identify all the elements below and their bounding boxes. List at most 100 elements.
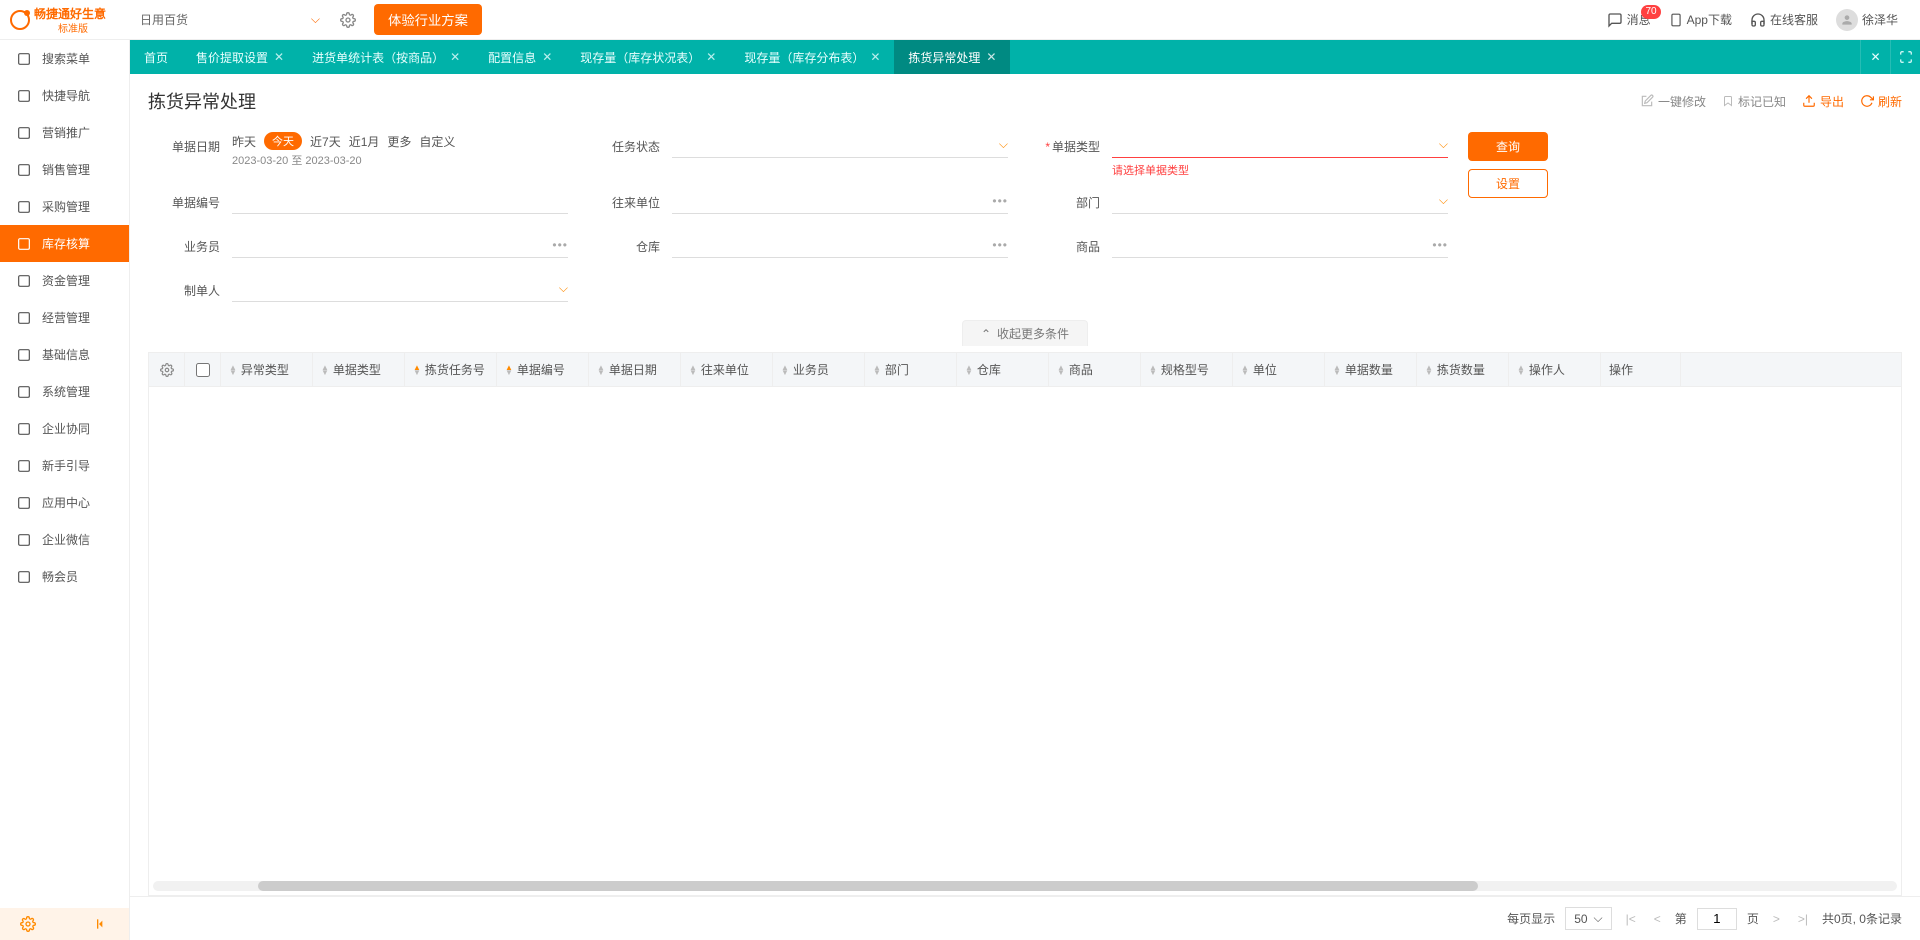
warehouse-lookup[interactable]: •••: [672, 232, 1008, 258]
column-label: 商品: [1069, 361, 1093, 378]
maker-select[interactable]: ⌵: [232, 276, 568, 302]
select-all-checkbox[interactable]: [185, 353, 221, 386]
column-header[interactable]: 操作: [1601, 353, 1681, 386]
org-selector[interactable]: 日用百货 ⌵: [130, 11, 330, 28]
filter-warehouse: 仓库 •••: [588, 232, 1008, 266]
close-icon[interactable]: ✕: [706, 50, 716, 64]
sidebar-item[interactable]: 采购管理: [0, 188, 129, 225]
per-page-select[interactable]: 50 ⌵: [1565, 907, 1611, 930]
mark-known-button[interactable]: 标记已知: [1722, 93, 1786, 110]
column-header[interactable]: ▲▼单据编号: [497, 353, 589, 386]
refresh-button[interactable]: 刷新: [1860, 93, 1902, 110]
sidebar-item[interactable]: 资金管理: [0, 262, 129, 299]
sidebar-item[interactable]: 企业微信: [0, 521, 129, 558]
date-quick-option[interactable]: 近1月: [349, 133, 380, 150]
doc-no-input[interactable]: [232, 188, 568, 214]
close-icon[interactable]: ✕: [870, 50, 880, 64]
sidebar-item[interactable]: 营销推广: [0, 114, 129, 151]
export-button[interactable]: 导出: [1802, 93, 1844, 110]
goods-lookup[interactable]: •••: [1112, 232, 1448, 258]
last-page-button[interactable]: >|: [1794, 912, 1812, 926]
column-header[interactable]: ▲▼操作人: [1509, 353, 1601, 386]
sidebar-item[interactable]: 库存核算: [0, 225, 129, 262]
date-quick-option[interactable]: 自定义: [419, 133, 455, 150]
app-download-button[interactable]: App下载: [1669, 11, 1732, 28]
settings-button[interactable]: 设置: [1468, 169, 1548, 198]
tab[interactable]: 首页: [130, 40, 182, 74]
column-label: 单位: [1253, 361, 1277, 378]
page-title: 拣货异常处理: [148, 88, 256, 114]
logo-area: 畅捷通好生意 标准版: [10, 5, 130, 35]
column-header[interactable]: ▲▼单据数量: [1325, 353, 1417, 386]
partner-lookup[interactable]: •••: [672, 188, 1008, 214]
column-header[interactable]: ▲▼单位: [1233, 353, 1325, 386]
tab[interactable]: 售价提取设置✕: [182, 40, 298, 74]
sidebar-item[interactable]: 新手引导: [0, 447, 129, 484]
chevron-down-icon: ⌵: [559, 281, 568, 296]
column-header[interactable]: ▲▼部门: [865, 353, 957, 386]
logo-icon: [10, 10, 30, 30]
sidebar-item[interactable]: 系统管理: [0, 373, 129, 410]
batch-edit-button[interactable]: 一键修改: [1640, 93, 1706, 110]
industry-plan-button[interactable]: 体验行业方案: [374, 4, 482, 35]
sidebar-item[interactable]: 经营管理: [0, 299, 129, 336]
page-input[interactable]: [1697, 908, 1737, 930]
column-header[interactable]: ▲▼单据日期: [589, 353, 681, 386]
date-quick-option[interactable]: 近7天: [310, 133, 341, 150]
search-button[interactable]: 查询: [1468, 132, 1548, 161]
column-header[interactable]: ▲▼业务员: [773, 353, 865, 386]
next-page-button[interactable]: >: [1769, 912, 1784, 926]
sidebar-item[interactable]: 基础信息: [0, 336, 129, 373]
sidebar-item[interactable]: 畅会员: [0, 558, 129, 595]
operator-lookup[interactable]: •••: [232, 232, 568, 258]
date-quick-option[interactable]: 今天: [264, 132, 302, 150]
messages-button[interactable]: 消息 70: [1607, 11, 1651, 28]
prev-page-button[interactable]: <: [1650, 912, 1665, 926]
close-icon[interactable]: ✕: [274, 50, 284, 64]
doc-type-select[interactable]: ⌵: [1112, 132, 1448, 158]
column-header[interactable]: ▲▼商品: [1049, 353, 1141, 386]
tab[interactable]: 现存量（库存分布表）✕: [730, 40, 894, 74]
column-header[interactable]: ▲▼拣货数量: [1417, 353, 1509, 386]
collapse-filters-button[interactable]: ⌃ 收起更多条件: [962, 320, 1088, 346]
close-icon[interactable]: ✕: [986, 50, 996, 64]
user-menu[interactable]: 徐泽华: [1836, 9, 1898, 31]
column-header[interactable]: ▲▼异常类型: [221, 353, 313, 386]
ellipsis-icon: •••: [1432, 238, 1448, 252]
date-quick-option[interactable]: 更多: [387, 133, 411, 150]
tab[interactable]: 进货单统计表（按商品）✕: [298, 40, 474, 74]
sidebar-item[interactable]: 应用中心: [0, 484, 129, 521]
horizontal-scrollbar[interactable]: [153, 881, 1897, 891]
tab[interactable]: 配置信息✕: [474, 40, 566, 74]
column-header[interactable]: ▲▼往来单位: [681, 353, 773, 386]
settings-icon[interactable]: [330, 12, 366, 28]
sidebar-item-label: 企业微信: [42, 531, 90, 548]
sidebar-item[interactable]: 快捷导航: [0, 77, 129, 114]
close-icon[interactable]: ✕: [542, 50, 552, 64]
tab[interactable]: 拣货异常处理✕: [894, 40, 1010, 74]
close-all-tabs-button[interactable]: ✕: [1860, 40, 1890, 74]
column-label: 业务员: [793, 361, 829, 378]
sidebar-item[interactable]: 销售管理: [0, 151, 129, 188]
gear-icon[interactable]: [20, 916, 36, 932]
menu-icon: [16, 199, 32, 215]
close-icon[interactable]: ✕: [450, 50, 460, 64]
sidebar-item[interactable]: 搜索菜单: [0, 40, 129, 77]
online-service-button[interactable]: 在线客服: [1750, 11, 1818, 28]
column-header[interactable]: ▲▼仓库: [957, 353, 1049, 386]
column-header[interactable]: ▲▼规格型号: [1141, 353, 1233, 386]
sidebar-item-label: 库存核算: [42, 235, 90, 252]
fullscreen-button[interactable]: [1890, 40, 1920, 74]
collapse-sidebar-icon[interactable]: [93, 916, 109, 932]
tab[interactable]: 现存量（库存状况表）✕: [566, 40, 730, 74]
filter-operator: 业务员 •••: [148, 232, 568, 266]
first-page-button[interactable]: |<: [1622, 912, 1640, 926]
date-quick-option[interactable]: 昨天: [232, 133, 256, 150]
column-header[interactable]: ▲▼拣货任务号: [405, 353, 497, 386]
task-status-select[interactable]: ⌵: [672, 132, 1008, 158]
column-header[interactable]: ▲▼单据类型: [313, 353, 405, 386]
scrollbar-thumb[interactable]: [258, 881, 1479, 891]
sidebar-item[interactable]: 企业协同: [0, 410, 129, 447]
department-select[interactable]: ⌵: [1112, 188, 1448, 214]
table-settings-icon[interactable]: [149, 353, 185, 386]
